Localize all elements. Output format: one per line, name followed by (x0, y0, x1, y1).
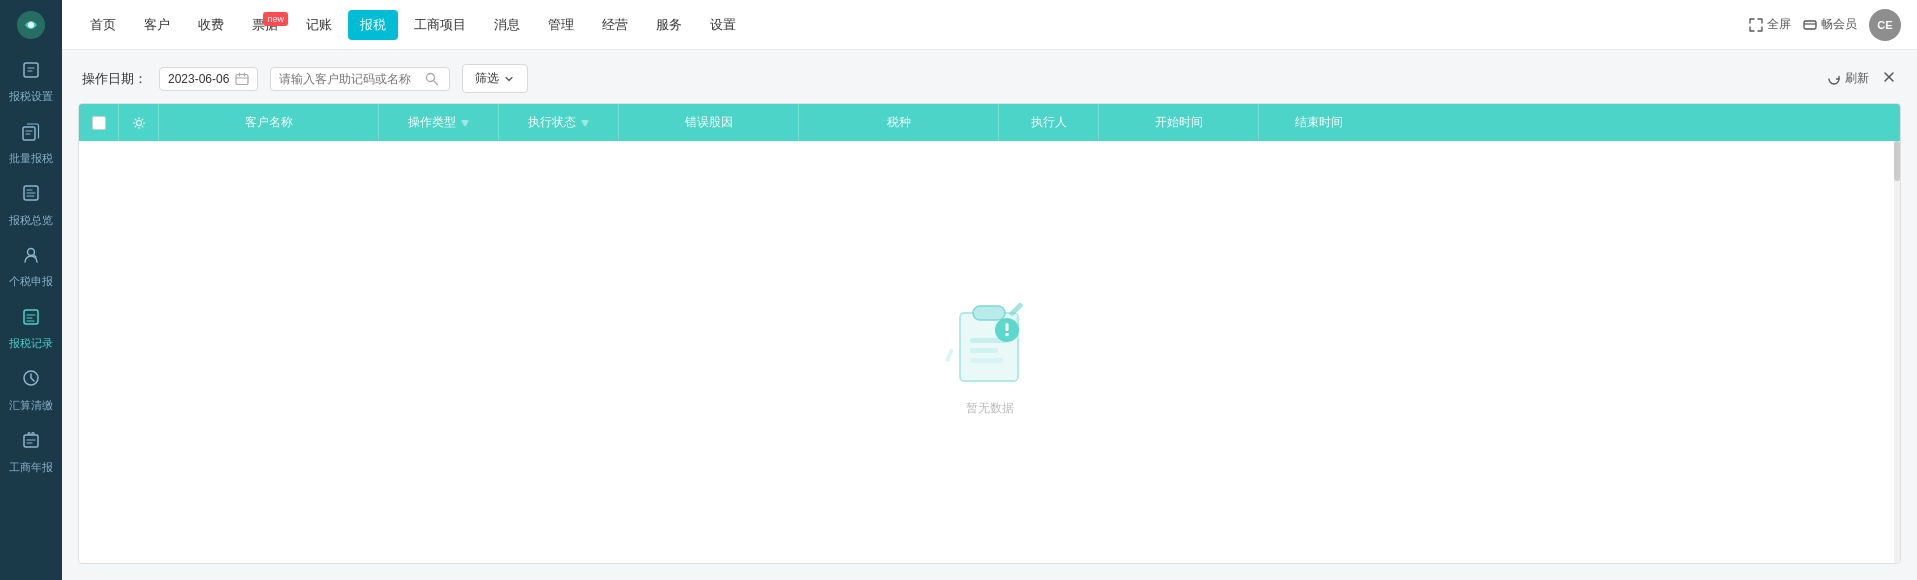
th-executor: 执行人 (999, 104, 1099, 141)
member-icon (1803, 18, 1817, 32)
filter-icon (460, 118, 470, 128)
nav-operations[interactable]: 经营 (590, 10, 640, 40)
nav-invoice[interactable]: 票据 new (240, 10, 290, 40)
settlement-icon (21, 368, 41, 394)
svg-rect-19 (1005, 323, 1008, 331)
sidebar-label-batch-tax: 批量报税 (9, 151, 53, 165)
nav-services[interactable]: 服务 (644, 10, 694, 40)
annual-report-icon (21, 430, 41, 456)
th-operation-type[interactable]: 操作类型 (379, 104, 499, 141)
th-end-time: 结束时间 (1259, 104, 1379, 141)
table-header: 客户名称 操作类型 执行状态 错误股因 (79, 104, 1900, 141)
settings-icon (132, 116, 146, 130)
refresh-button[interactable]: 刷新 (1827, 70, 1869, 87)
empty-text: 暂无数据 (966, 400, 1014, 417)
toolbar-right: 刷新 (1827, 69, 1897, 89)
nav-home[interactable]: 首页 (78, 10, 128, 40)
close-icon (1881, 69, 1897, 85)
nav-billing[interactable]: 收费 (186, 10, 236, 40)
topnav-right-area: 全屏 畅会员 CE (1749, 9, 1901, 41)
table-body: 暂无数据 (79, 141, 1900, 563)
th-settings (119, 104, 159, 141)
search-box[interactable] (270, 67, 450, 91)
empty-illustration (945, 288, 1035, 388)
th-client-name: 客户名称 (159, 104, 379, 141)
svg-point-11 (427, 73, 435, 81)
sidebar-label-annual-report: 工商年报 (9, 460, 53, 474)
scrollbar-thumb[interactable] (1894, 141, 1900, 181)
chevron-down-icon (503, 73, 515, 85)
app-logo[interactable] (0, 0, 62, 50)
sidebar-item-tax-settings[interactable]: 报税设置 (0, 50, 62, 112)
th-checkbox[interactable] (79, 104, 119, 141)
nav-management[interactable]: 管理 (536, 10, 586, 40)
toolbar: 操作日期： 2023-06-06 筛选 (62, 50, 1917, 103)
svg-rect-9 (1804, 21, 1816, 29)
th-error-reason: 错误股因 (619, 104, 799, 141)
nav-settings[interactable]: 设置 (698, 10, 748, 40)
svg-point-5 (28, 249, 35, 256)
sidebar-label-tax-settings: 报税设置 (9, 89, 53, 103)
svg-rect-2 (24, 63, 38, 77)
svg-rect-14 (973, 306, 1005, 320)
nav-tax[interactable]: 报税 (348, 10, 398, 40)
sidebar-label-tax-overview: 报税总览 (9, 213, 53, 227)
member-button[interactable]: 畅会员 (1803, 16, 1857, 33)
sidebar-label-settlement: 汇算清缴 (9, 398, 53, 412)
data-table: 客户名称 操作类型 执行状态 错误股因 (78, 103, 1901, 564)
search-icon (425, 72, 439, 86)
filter-icon-2 (580, 118, 590, 128)
sidebar-item-tax-record[interactable]: 报税记录 (0, 297, 62, 359)
nav-commerce[interactable]: 工商项目 (402, 10, 478, 40)
sidebar-item-batch-tax[interactable]: 批量报税 (0, 112, 62, 174)
fullscreen-icon (1749, 18, 1763, 32)
refresh-icon (1827, 72, 1841, 86)
svg-point-20 (1005, 332, 1009, 336)
invoice-badge: new (263, 12, 288, 27)
sidebar-label-tax-record: 报税记录 (9, 336, 53, 350)
batch-tax-icon (21, 122, 41, 148)
sidebar-item-settlement[interactable]: 汇算清缴 (0, 358, 62, 420)
main-container: 首页 客户 收费 票据 new 记账 报税 工商项目 消息 (62, 0, 1917, 580)
nav-accounts[interactable]: 记账 (294, 10, 344, 40)
personal-tax-icon (21, 245, 41, 271)
th-start-time: 开始时间 (1099, 104, 1259, 141)
sidebar-label-personal-tax: 个税申报 (9, 274, 53, 288)
nav-messages[interactable]: 消息 (482, 10, 532, 40)
search-input[interactable] (279, 72, 419, 86)
svg-point-12 (136, 120, 141, 125)
calendar-icon (235, 72, 249, 86)
svg-point-1 (28, 22, 34, 28)
svg-rect-16 (970, 348, 998, 353)
svg-rect-22 (945, 348, 954, 363)
sidebar-item-annual-report[interactable]: 工商年报 (0, 420, 62, 482)
user-avatar[interactable]: CE (1869, 9, 1901, 41)
date-picker[interactable]: 2023-06-06 (159, 67, 258, 91)
select-all-checkbox[interactable] (92, 116, 106, 130)
nav-customer[interactable]: 客户 (132, 10, 182, 40)
scrollbar-track[interactable] (1894, 141, 1900, 563)
svg-rect-10 (236, 74, 248, 84)
sidebar-item-personal-tax[interactable]: 个税申报 (0, 235, 62, 297)
th-tax-type: 税种 (799, 104, 999, 141)
close-button[interactable] (1881, 69, 1897, 89)
date-label: 操作日期： (82, 70, 147, 88)
svg-rect-8 (24, 435, 38, 447)
fullscreen-button[interactable]: 全屏 (1749, 16, 1791, 33)
sidebar-item-tax-overview[interactable]: 报税总览 (0, 173, 62, 235)
page-content: 操作日期： 2023-06-06 筛选 (62, 50, 1917, 580)
date-value: 2023-06-06 (168, 72, 229, 86)
th-exec-status[interactable]: 执行状态 (499, 104, 619, 141)
tax-record-icon (21, 307, 41, 333)
tax-overview-icon (21, 183, 41, 209)
filter-button[interactable]: 筛选 (462, 64, 528, 93)
sidebar: 报税设置 批量报税 报税总览 个税申报 (0, 0, 62, 580)
empty-state: 暂无数据 (925, 268, 1055, 437)
svg-rect-6 (24, 310, 38, 324)
top-navigation: 首页 客户 收费 票据 new 记账 报税 工商项目 消息 (62, 0, 1917, 50)
refresh-label: 刷新 (1845, 70, 1869, 87)
svg-rect-17 (970, 358, 1003, 363)
nav-items: 首页 客户 收费 票据 new 记账 报税 工商项目 消息 (78, 10, 1749, 40)
tax-settings-icon (21, 60, 41, 86)
